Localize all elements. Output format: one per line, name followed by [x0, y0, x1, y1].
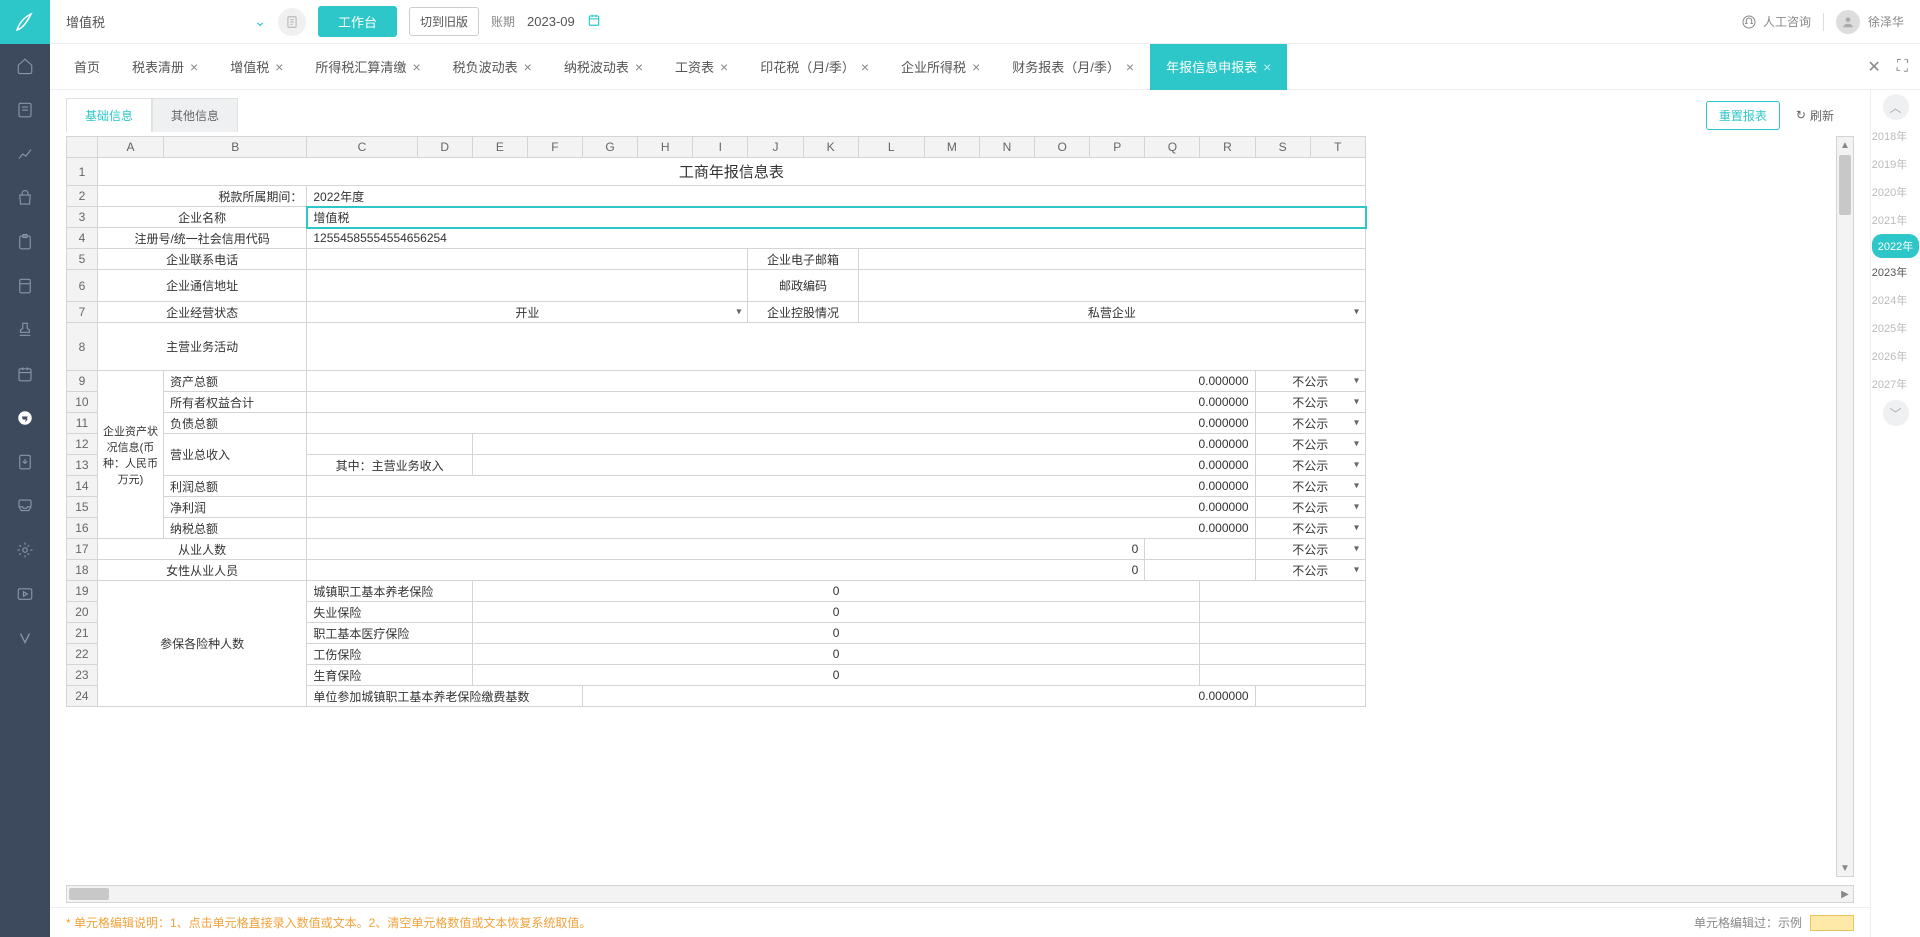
- sheet-tab-other[interactable]: 其他信息: [152, 98, 238, 132]
- footer-note: * 单元格编辑说明：1、点击单元格直接录入数值或文本。2、清空单元格数值或文本恢…: [66, 914, 591, 931]
- avatar-icon: [1836, 10, 1860, 34]
- year-scroll-up[interactable]: ︿: [1883, 94, 1909, 120]
- year-2020年[interactable]: 2020年: [1872, 178, 1919, 206]
- close-icon[interactable]: ×: [190, 59, 198, 75]
- year-2021年[interactable]: 2021年: [1872, 206, 1919, 234]
- nav-inbox-icon[interactable]: [0, 484, 50, 528]
- tab-财务报表（月/季）[interactable]: 财务报表（月/季）×: [996, 44, 1150, 90]
- tab-首页[interactable]: 首页: [58, 44, 116, 90]
- period-value[interactable]: 2023-09: [527, 14, 575, 29]
- year-2024年[interactable]: 2024年: [1872, 286, 1919, 314]
- user-menu[interactable]: 徐泽华: [1836, 10, 1904, 34]
- company-name: 增值税: [66, 12, 105, 31]
- year-2027年[interactable]: 2027年: [1872, 370, 1919, 398]
- switch-old-button[interactable]: 切到旧版: [409, 7, 479, 36]
- tab-税负波动表[interactable]: 税负波动表×: [437, 44, 548, 90]
- tab-印花税（月/季）[interactable]: 印花税（月/季）×: [744, 44, 885, 90]
- doc-icon[interactable]: [278, 8, 306, 36]
- support-label: 人工咨询: [1763, 13, 1811, 30]
- nav-clipboard-icon[interactable]: [0, 220, 50, 264]
- nav-calc-icon[interactable]: [0, 264, 50, 308]
- nav-home-icon[interactable]: [0, 44, 50, 88]
- tab-增值税[interactable]: 增值税×: [214, 44, 299, 90]
- year-rail: ︿ 2018年2019年2020年2021年2022年2023年2024年202…: [1870, 90, 1920, 937]
- support-link[interactable]: 人工咨询: [1741, 13, 1811, 30]
- year-2025年[interactable]: 2025年: [1872, 314, 1919, 342]
- holding-dropdown[interactable]: 私营企业: [858, 302, 1365, 323]
- year-2022年[interactable]: 2022年: [1872, 234, 1919, 258]
- fullscreen-icon[interactable]: ⛶: [1893, 54, 1912, 80]
- close-icon[interactable]: ×: [412, 59, 420, 75]
- pub-dropdown[interactable]: 不公示: [1255, 371, 1365, 392]
- form-title: 工商年报信息表: [97, 158, 1365, 186]
- nav-chart-icon[interactable]: [0, 132, 50, 176]
- year-2023年[interactable]: 2023年: [1872, 258, 1919, 286]
- calendar-icon[interactable]: [587, 13, 601, 30]
- close-icon[interactable]: ×: [635, 59, 643, 75]
- close-icon[interactable]: ×: [720, 59, 728, 75]
- reset-button[interactable]: 重置报表: [1706, 101, 1780, 130]
- year-2026年[interactable]: 2026年: [1872, 342, 1919, 370]
- tab-税表清册[interactable]: 税表清册×: [116, 44, 214, 90]
- spreadsheet-grid[interactable]: ABCDEFGHIJKLMNOPQRST 1工商年报信息表 2税款所属期间：20…: [66, 136, 1854, 877]
- vertical-scrollbar[interactable]: ▲▼: [1836, 136, 1854, 877]
- nav-stamp-icon[interactable]: [0, 308, 50, 352]
- sample-swatch: [1810, 915, 1854, 931]
- nav-video-icon[interactable]: [0, 572, 50, 616]
- tab-年报信息申报表[interactable]: 年报信息申报表×: [1150, 44, 1287, 90]
- close-icon[interactable]: ×: [275, 59, 283, 75]
- nav-tax-icon[interactable]: [0, 396, 50, 440]
- close-tab-icon[interactable]: ✕: [1863, 53, 1884, 81]
- close-icon[interactable]: ×: [1263, 59, 1271, 75]
- nav-settings-icon[interactable]: [0, 528, 50, 572]
- nav-v-icon[interactable]: [0, 616, 50, 660]
- year-2019年[interactable]: 2019年: [1872, 150, 1919, 178]
- year-scroll-down[interactable]: ﹀: [1883, 400, 1909, 426]
- nav-export-icon[interactable]: [0, 440, 50, 484]
- close-icon[interactable]: ×: [524, 59, 532, 75]
- nav-bag-icon[interactable]: [0, 176, 50, 220]
- footer: * 单元格编辑说明：1、点击单元格直接录入数值或文本。2、清空单元格数值或文本恢…: [50, 907, 1870, 937]
- year-2018年[interactable]: 2018年: [1872, 122, 1919, 150]
- close-icon[interactable]: ×: [1126, 59, 1134, 75]
- close-icon[interactable]: ×: [861, 59, 869, 75]
- tab-所得税汇算清缴[interactable]: 所得税汇算清缴×: [299, 44, 436, 90]
- app-logo: [0, 0, 50, 44]
- topbar: 增值税 ⌄ 工作台 切到旧版 账期 2023-09 人工咨询 徐泽华: [50, 0, 1920, 44]
- tab-纳税波动表[interactable]: 纳税波动表×: [548, 44, 659, 90]
- nav-calendar-icon[interactable]: [0, 352, 50, 396]
- refresh-icon: ↻: [1796, 108, 1806, 122]
- sheet-tab-basic[interactable]: 基础信息: [66, 98, 152, 132]
- company-name-cell[interactable]: 增值税: [307, 207, 1366, 228]
- refresh-button[interactable]: ↻ 刷新: [1796, 107, 1834, 124]
- close-icon[interactable]: ×: [972, 59, 980, 75]
- left-sidebar: [0, 0, 50, 937]
- period-label: 账期: [491, 13, 515, 30]
- company-selector[interactable]: 增值税 ⌄: [66, 12, 266, 31]
- horizontal-scrollbar[interactable]: ◀▶: [66, 885, 1854, 903]
- workbench-button[interactable]: 工作台: [318, 6, 397, 37]
- tab-bar: 首页税表清册×增值税×所得税汇算清缴×税负波动表×纳税波动表×工资表×印花税（月…: [50, 44, 1920, 90]
- tab-工资表[interactable]: 工资表×: [659, 44, 744, 90]
- status-dropdown[interactable]: 开业: [307, 302, 748, 323]
- tab-企业所得税[interactable]: 企业所得税×: [885, 44, 996, 90]
- nav-ledger-icon[interactable]: [0, 88, 50, 132]
- user-name: 徐泽华: [1868, 13, 1904, 30]
- chevron-down-icon: ⌄: [254, 13, 266, 30]
